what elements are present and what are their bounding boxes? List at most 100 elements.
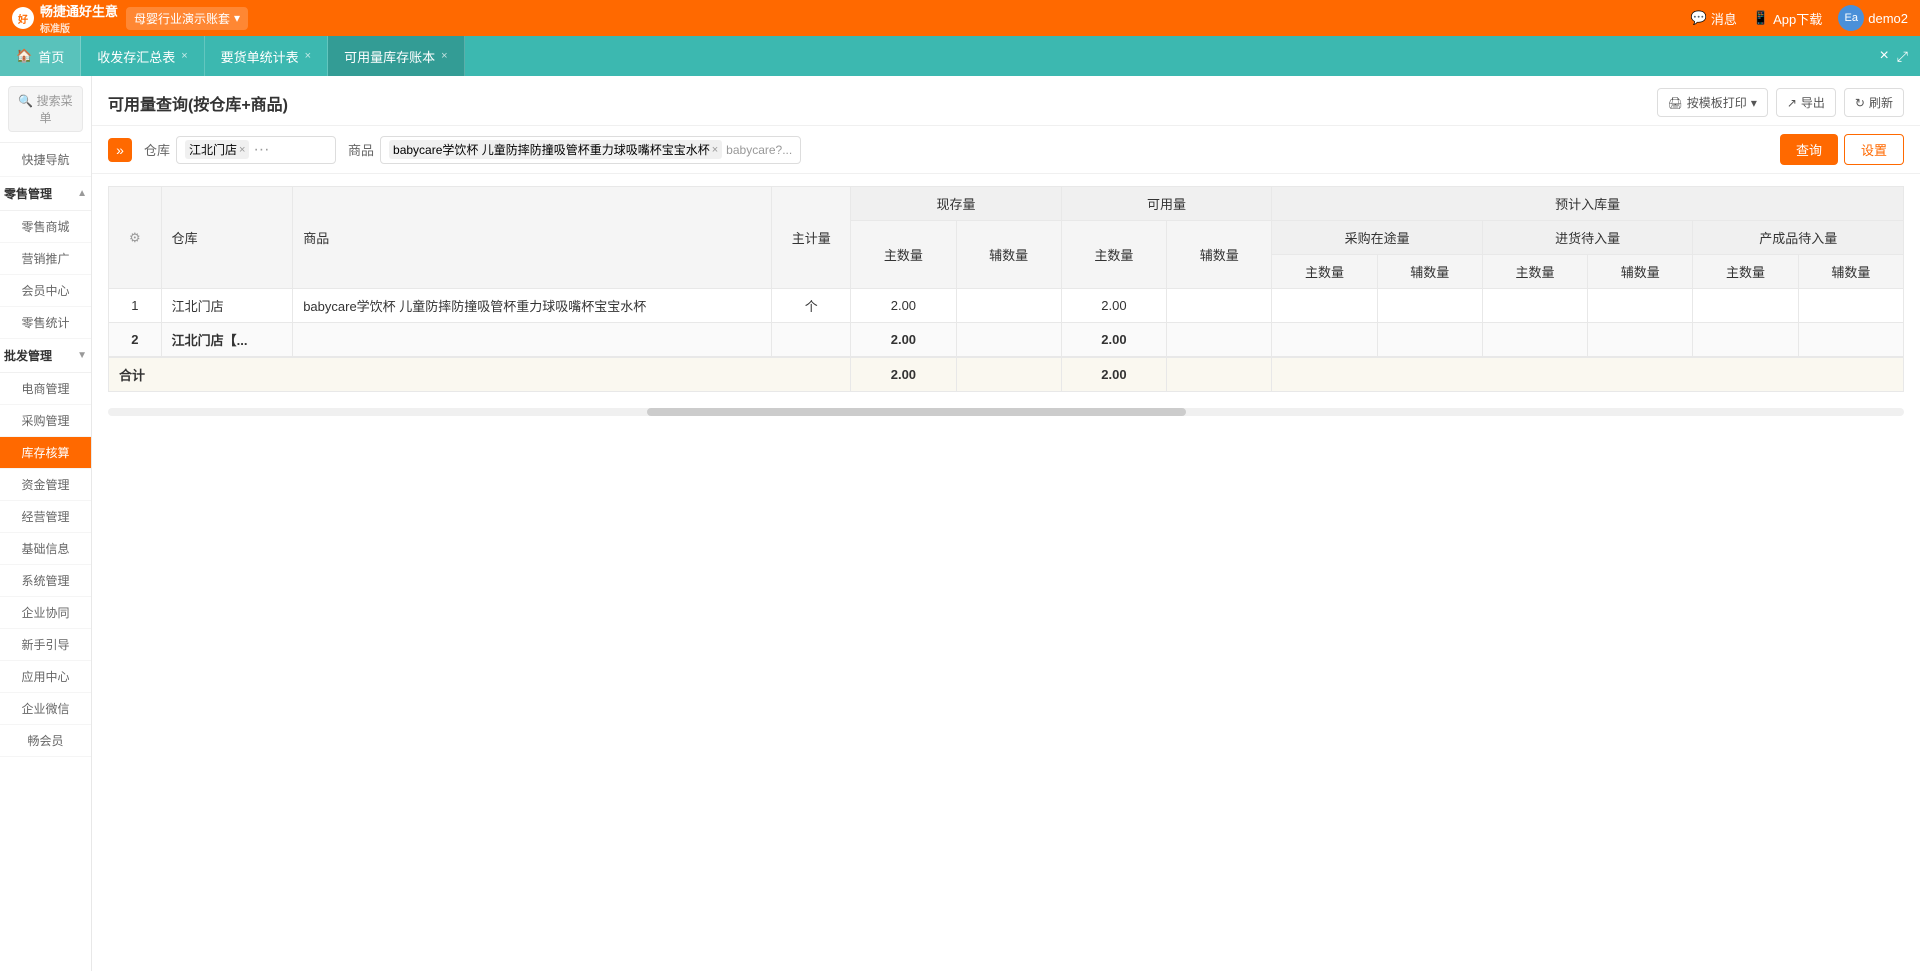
product-tag-1-remove[interactable]: × [712,144,718,156]
tab-kylkzb-close[interactable]: × [441,50,447,62]
th-unit: 主计量 [772,187,851,289]
tab-yfhj[interactable]: 要货单统计表 × [205,36,328,76]
export-btn[interactable]: ↗ 导出 [1776,88,1836,117]
warehouse-tag-remove[interactable]: × [239,144,245,156]
refresh-label: 刷新 [1869,94,1893,111]
sidebar-item-label: 企业微信 [21,702,69,716]
warehouse-filter-more[interactable]: ··· [253,141,269,159]
sidebar-item-quicknav[interactable]: 快捷导航 [0,143,91,177]
sidebar-item-lingso-tongji[interactable]: 零售统计 [0,307,91,339]
warehouse-filter-field: 仓库 江北门店 × ··· [144,136,336,164]
sidebar-item-yingxiao[interactable]: 营销推广 [0,243,91,275]
tab-yfhj-close[interactable]: × [305,50,311,62]
filter-toggle-btn[interactable]: » [108,138,132,162]
table-row: 2 江北门店【... 2.00 2.00 [109,323,1904,358]
tab-kylkzb[interactable]: 可用量库存账本 × [328,36,464,76]
sidebar-item-label: 营销推广 [21,252,69,266]
account-selector[interactable]: 母婴行业演示账套 ▾ [126,7,248,30]
sidebar-section-lingso[interactable]: 零售管理 ▲ [0,177,91,211]
refresh-icon: ↻ [1855,96,1865,110]
tab-sfsz[interactable]: 收发存汇总表 × [81,36,204,76]
th-inb-main: 主数量 [1482,255,1587,289]
sidebar-item-label: 零售商城 [21,220,69,234]
cell-prod-sub [1798,289,1903,323]
cell-inb-main [1482,323,1587,358]
user-avatar-area[interactable]: Ea demo2 [1838,5,1908,31]
sidebar-item-label: 系统管理 [21,574,69,588]
warehouse-filter-label: 仓库 [144,140,170,159]
product-filter-tag-1: babycare学饮杯 儿童防摔防撞吸管杯重力球吸嘴杯宝宝水杯 × [389,140,722,159]
sidebar-item-xinshou[interactable]: 新手引导 [0,629,91,661]
scroll-track [108,408,1904,416]
cell-avail-main: 2.00 [1061,323,1166,358]
close-all-btn[interactable]: × [1879,47,1888,65]
warehouse-filter-tag: 江北门店 × [185,140,249,159]
th-stock-sub: 辅数量 [956,221,1061,289]
product-tag-1-text: babycare学饮杯 儿童防摔防撞吸管杯重力球吸嘴杯宝宝水杯 [393,141,710,158]
warehouse-filter-input[interactable]: 江北门店 × ··· [176,136,336,164]
sidebar-item-lingso-shangcheng[interactable]: 零售商城 [0,211,91,243]
footer-label: 合计 [109,357,851,392]
footer-avail-sub [1167,357,1272,392]
restore-btn[interactable]: ⤢ [1897,48,1908,65]
sidebar-item-yingyong[interactable]: 应用中心 [0,661,91,693]
cell-pur-main [1272,289,1377,323]
sidebar-item-huiyuan[interactable]: 会员中心 [0,275,91,307]
cell-inb-sub [1588,323,1693,358]
sidebar-item-jichu[interactable]: 基础信息 [0,533,91,565]
th-prod-main: 主数量 [1693,255,1798,289]
top-bar-left: 好 畅捷通好生意 标准版 母婴行业演示账套 ▾ [12,1,248,35]
export-icon: ↗ [1787,96,1797,110]
tab-sfsz-close[interactable]: × [181,50,187,62]
product-filter-label: 商品 [348,140,374,159]
sidebar-section-pifa[interactable]: 批发管理 ▼ [0,339,91,373]
sidebar-item-changhui[interactable]: 畅会员 [0,725,91,757]
main-layout: 🔍 搜索菜单 快捷导航 零售管理 ▲ 零售商城 营销推广 会员中心 零售统计 批… [0,76,1920,971]
tab-kylkzb-label: 可用量库存账本 [344,47,435,66]
cell-no: 2 [109,323,162,358]
sidebar-item-label: 畅会员 [27,734,63,748]
sidebar-item-label: 电商管理 [21,382,69,396]
sidebar-item-dianshang[interactable]: 电商管理 [0,373,91,405]
template-print-label: 按模板打印 [1687,94,1747,111]
content-area: 可用量查询(按仓库+商品) 🖨 按模板打印 ▾ ↗ 导出 ↻ 刷新 [92,76,1920,971]
sidebar-item-label: 新手引导 [21,638,69,652]
sidebar-item-kucun[interactable]: 库存核算 [0,437,91,469]
sidebar-item-qiye[interactable]: 企业协同 [0,597,91,629]
sidebar-item-jingying[interactable]: 经营管理 [0,501,91,533]
tab-home[interactable]: 🏠 首页 [0,36,81,76]
message-btn[interactable]: 💬 消息 [1691,9,1737,28]
sidebar-item-weixin[interactable]: 企业微信 [0,693,91,725]
cell-avail-main: 2.00 [1061,289,1166,323]
cell-warehouse: 江北门店【... [161,323,293,358]
th-pur-main: 主数量 [1272,255,1377,289]
cell-inb-main [1482,289,1587,323]
horizontal-scrollbar[interactable] [92,404,1920,424]
app-download-btn[interactable]: 📱 App下载 [1753,9,1822,28]
settings-btn[interactable]: 设置 [1844,134,1904,165]
tab-spacer [465,36,1868,76]
cell-warehouse: 江北门店 [161,289,293,323]
sidebar-item-label: 应用中心 [21,670,69,684]
refresh-btn[interactable]: ↻ 刷新 [1844,88,1904,117]
message-icon: 💬 [1691,10,1707,26]
product-filter-input[interactable]: babycare学饮杯 儿童防摔防撞吸管杯重力球吸嘴杯宝宝水杯 × babyca… [380,136,801,164]
scroll-thumb[interactable] [647,408,1186,416]
template-print-btn[interactable]: 🖨 按模板打印 ▾ [1657,88,1768,117]
cell-avail-sub [1167,323,1272,358]
sidebar-item-zijin[interactable]: 资金管理 [0,469,91,501]
th-product-pending: 产成品待入量 [1693,221,1904,255]
page-header-actions: 🖨 按模板打印 ▾ ↗ 导出 ↻ 刷新 [1657,88,1904,117]
dropdown-icon: ▾ [234,11,240,25]
sidebar-item-caigou[interactable]: 采购管理 [0,405,91,437]
cell-stock-main: 2.00 [851,323,956,358]
th-prod-sub: 辅数量 [1798,255,1903,289]
query-btn[interactable]: 查询 [1780,134,1838,165]
search-menu-btn[interactable]: 🔍 搜索菜单 [8,86,83,132]
sidebar-item-label: 基础信息 [21,542,69,556]
th-warehouse: 仓库 [161,187,293,289]
template-dropdown-icon: ▾ [1751,96,1757,110]
table-settings-icon[interactable]: ⚙ [129,230,141,245]
sidebar-item-xitong[interactable]: 系统管理 [0,565,91,597]
app-subtitle: 标准版 [40,20,118,35]
